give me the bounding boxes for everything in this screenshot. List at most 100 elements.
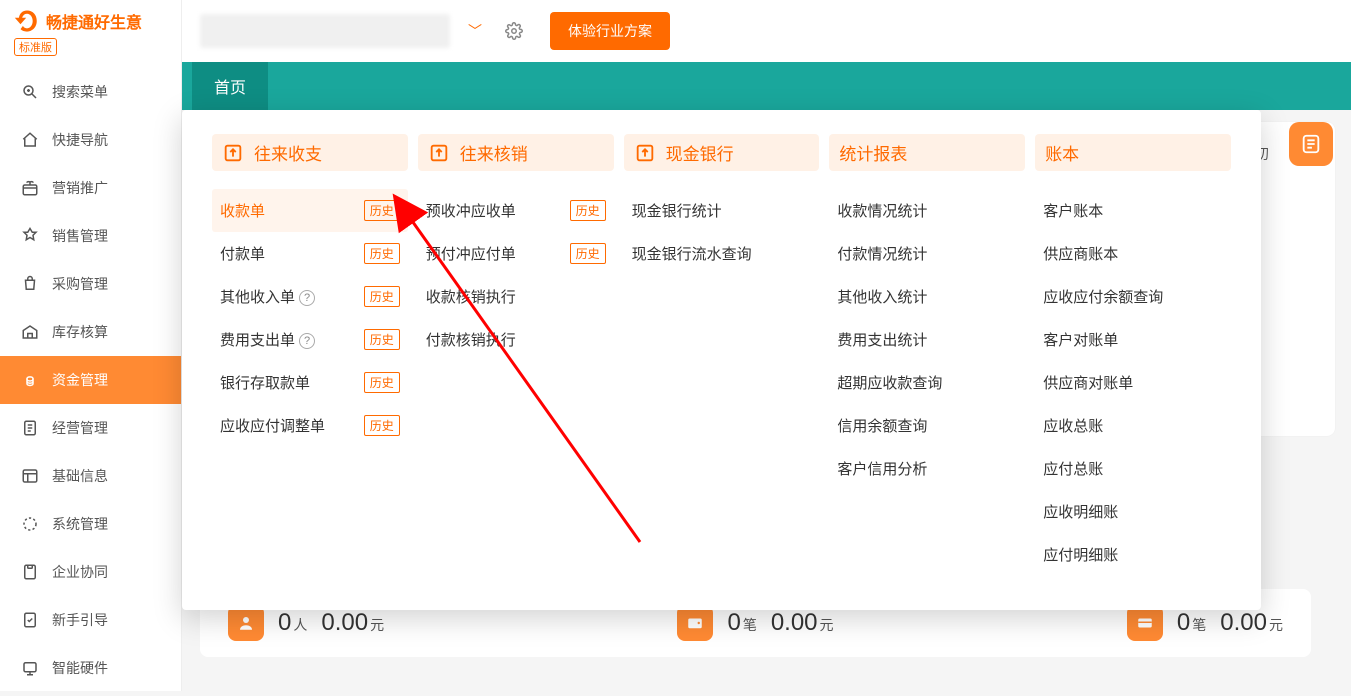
mega-item-label: 付款单	[220, 243, 265, 264]
sidebar-item-base[interactable]: 基础信息	[0, 452, 181, 500]
tenant-selector-blurred[interactable]	[200, 14, 450, 48]
mega-item[interactable]: 应付明细账	[1035, 533, 1231, 576]
mega-item[interactable]: 其他收入单? 历史	[212, 275, 408, 318]
mega-item-label: 超期应收款查询	[837, 372, 942, 393]
mega-item[interactable]: 供应商对账单	[1035, 361, 1231, 404]
mega-item[interactable]: 现金银行统计	[624, 189, 820, 232]
sidebar-item-search[interactable]: 搜索菜单	[0, 68, 181, 116]
mega-item-label: 应收总账	[1043, 415, 1103, 436]
mega-item[interactable]: 费用支出统计	[829, 318, 1025, 361]
brand-logo: 畅捷通好生意	[0, 0, 181, 36]
finance-icon	[20, 370, 40, 390]
mega-item-label: 银行存取款单	[220, 372, 310, 393]
sidebar-item-biz[interactable]: 经营管理	[0, 404, 181, 452]
mega-column: 往来收支收款单历史付款单历史其他收入单?历史费用支出单?历史银行存取款单历史应收…	[212, 134, 408, 580]
stat-c-unit: 笔	[1192, 617, 1206, 633]
mega-item-label: 供应商对账单	[1043, 372, 1133, 393]
try-industry-plan-button[interactable]: 体验行业方案	[550, 12, 670, 50]
mega-item[interactable]: 供应商账本	[1035, 232, 1231, 275]
mega-item[interactable]: 应收应付余额查询	[1035, 275, 1231, 318]
collab-icon	[20, 562, 40, 582]
gear-icon[interactable]	[500, 17, 528, 45]
card-icon	[1127, 605, 1163, 641]
stat-b-amount-unit: 元	[820, 617, 834, 633]
sidebar-item-label: 库存核算	[52, 322, 108, 342]
sidebar-item-finance[interactable]: 资金管理	[0, 356, 181, 404]
sidebar-item-hardware[interactable]: 智能硬件	[0, 644, 181, 692]
mega-item-label: 预付冲应付单	[426, 243, 516, 264]
history-tag[interactable]: 历史	[364, 243, 400, 264]
mega-item[interactable]: 应付总账	[1035, 447, 1231, 490]
stat-people-unit: 人	[293, 617, 307, 633]
stat-people-amount: 0.00	[321, 609, 368, 636]
sidebar-item-purchase[interactable]: 采购管理	[0, 260, 181, 308]
mega-item-label: 应收明细账	[1043, 501, 1118, 522]
history-tag[interactable]: 历史	[364, 372, 400, 393]
hardware-icon	[20, 658, 40, 678]
mega-item[interactable]: 其他收入统计	[829, 275, 1025, 318]
mega-item[interactable]: 预付冲应付单 历史	[418, 232, 614, 275]
mega-item-label: 其他收入单?	[220, 286, 315, 307]
mega-item[interactable]: 应收应付调整单 历史	[212, 404, 408, 447]
tab-home[interactable]: 首页	[192, 62, 268, 110]
mega-item[interactable]: 客户对账单	[1035, 318, 1231, 361]
history-tag[interactable]: 历史	[364, 329, 400, 350]
sidebar-item-label: 智能硬件	[52, 658, 108, 678]
mega-item-label: 应付明细账	[1043, 544, 1118, 565]
sidebar-item-collab[interactable]: 企业协同	[0, 548, 181, 596]
sidebar-item-label: 企业协同	[52, 562, 108, 582]
mega-item-label: 信用余额查询	[837, 415, 927, 436]
mega-item[interactable]: 预收冲应收单 历史	[418, 189, 614, 232]
mega-item-label: 预收冲应收单	[426, 200, 516, 221]
edition-badge: 标准版	[14, 38, 57, 56]
mega-item-label: 其他收入统计	[837, 286, 927, 307]
history-tag[interactable]: 历史	[364, 200, 400, 221]
mega-item-label: 应收应付调整单	[220, 415, 325, 436]
mega-item[interactable]: 费用支出单?历史	[212, 318, 408, 361]
floating-quick-icon[interactable]	[1289, 122, 1333, 166]
help-icon[interactable]: ?	[299, 290, 315, 306]
history-tag[interactable]: 历史	[570, 243, 606, 264]
history-tag[interactable]: 历史	[364, 286, 400, 307]
mega-item[interactable]: 信用余额查询	[829, 404, 1025, 447]
mega-item[interactable]: 应收明细账	[1035, 490, 1231, 533]
sidebar-item-label: 销售管理	[52, 226, 108, 246]
chevron-down-icon[interactable]: ﹀	[462, 21, 488, 41]
mega-item-label: 客户信用分析	[837, 458, 927, 479]
sidebar-item-system[interactable]: 系统管理	[0, 500, 181, 548]
mega-column-header: 账本	[1035, 134, 1231, 171]
mega-column-header: 往来收支	[212, 134, 408, 171]
stat-b-count: 0	[727, 609, 740, 636]
sidebar-item-label: 快捷导航	[52, 130, 108, 150]
mega-item[interactable]: 收款核销执行	[418, 275, 614, 318]
sidebar-item-guide[interactable]: 新手引导	[0, 596, 181, 644]
mega-item-label: 收款情况统计	[837, 200, 927, 221]
stat-c-amount: 0.00	[1220, 609, 1267, 636]
history-tag[interactable]: 历史	[570, 200, 606, 221]
mega-item[interactable]: 收款情况统计	[829, 189, 1025, 232]
mega-item-label: 付款核销执行	[426, 329, 516, 350]
mega-item[interactable]: 超期应收款查询	[829, 361, 1025, 404]
biz-icon	[20, 418, 40, 438]
mega-item[interactable]: 客户账本	[1035, 189, 1231, 232]
mega-item[interactable]: 现金银行流水查询	[624, 232, 820, 275]
mega-item[interactable]: 付款情况统计	[829, 232, 1025, 275]
mega-item[interactable]: 付款单 历史	[212, 232, 408, 275]
mega-item[interactable]: 收款单历史	[212, 189, 408, 232]
sidebar-item-quicknav[interactable]: 快捷导航	[0, 116, 181, 164]
mega-item[interactable]: 银行存取款单 历史	[212, 361, 408, 404]
help-icon[interactable]: ?	[299, 333, 315, 349]
sidebar-item-promo[interactable]: 营销推广	[0, 164, 181, 212]
mega-item[interactable]: 付款核销执行	[418, 318, 614, 361]
history-tag[interactable]: 历史	[364, 415, 400, 436]
sidebar-item-label: 采购管理	[52, 274, 108, 294]
sidebar-item-label: 新手引导	[52, 610, 108, 630]
sidebar-item-sales[interactable]: 销售管理	[0, 212, 181, 260]
finance-mega-menu: 往来收支收款单历史付款单历史其他收入单?历史费用支出单?历史银行存取款单历史应收…	[182, 110, 1261, 610]
guide-icon	[20, 610, 40, 630]
mega-item[interactable]: 客户信用分析	[829, 447, 1025, 490]
base-icon	[20, 466, 40, 486]
sidebar-item-stock[interactable]: 库存核算	[0, 308, 181, 356]
topbar: ﹀ 体验行业方案	[182, 0, 1351, 62]
mega-item[interactable]: 应收总账	[1035, 404, 1231, 447]
